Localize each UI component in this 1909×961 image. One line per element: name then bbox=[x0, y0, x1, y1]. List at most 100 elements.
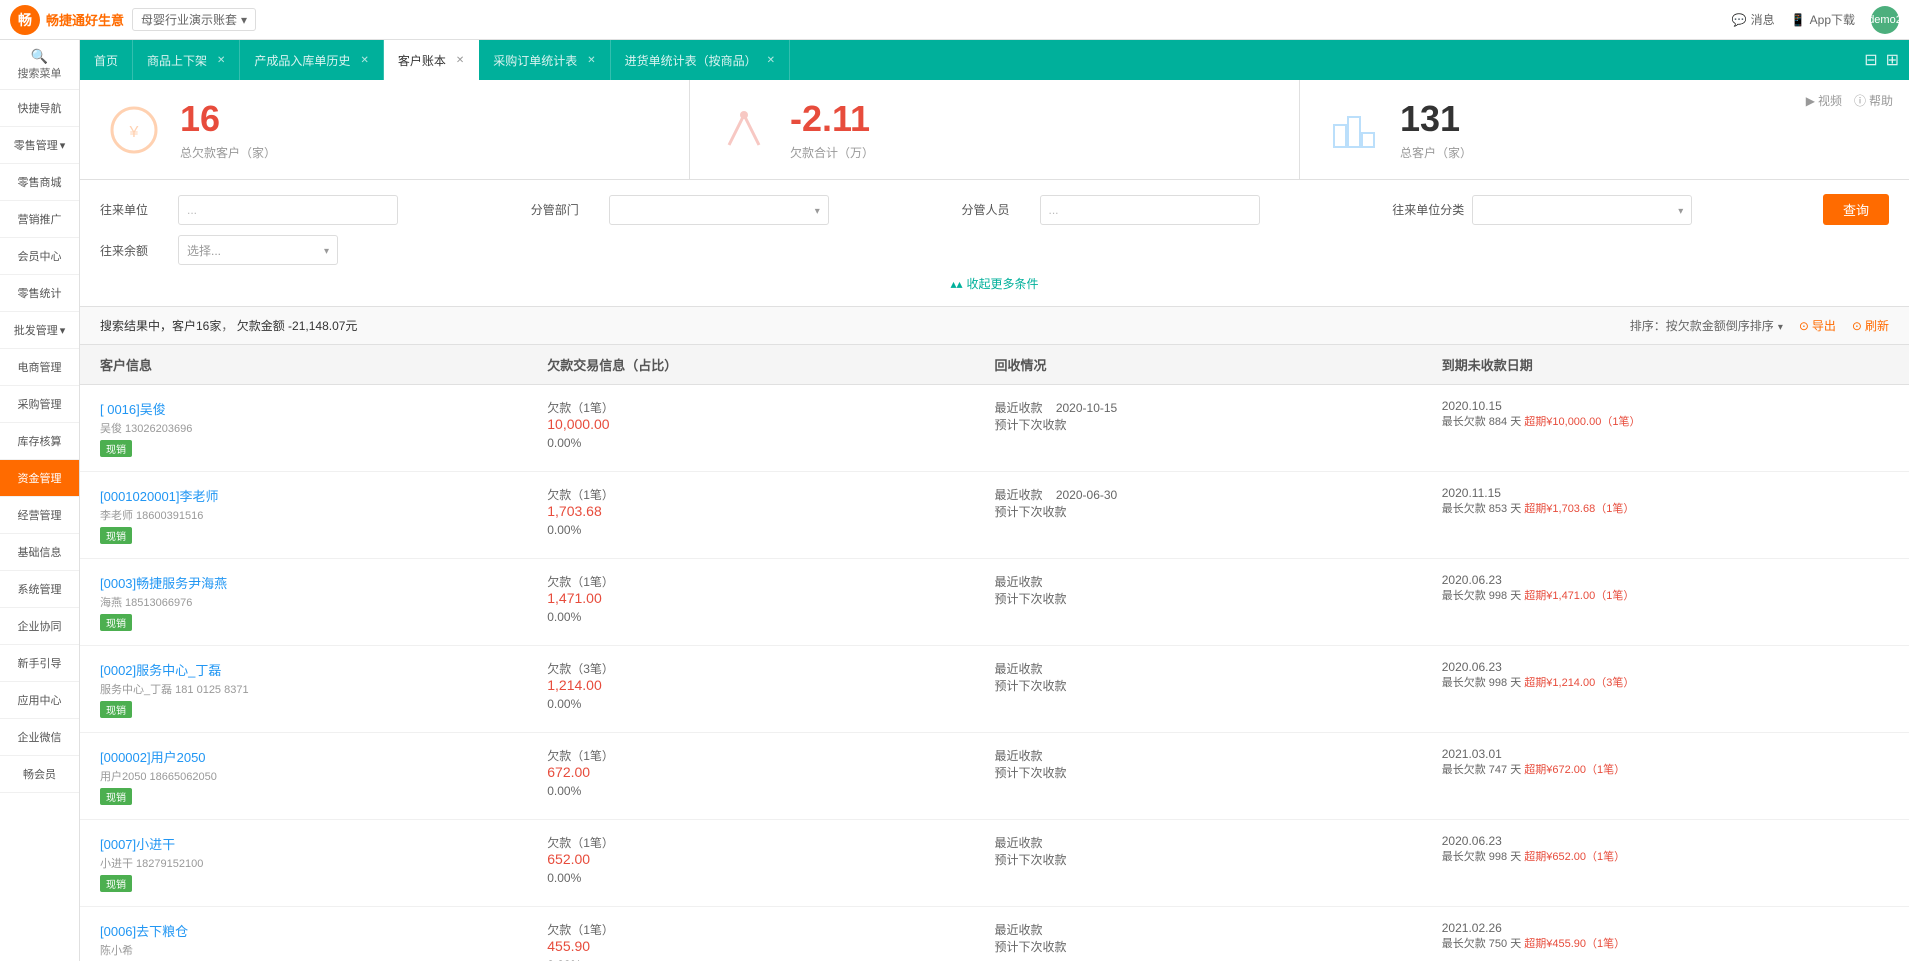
customer-name-link[interactable]: [ 0016]吴俊 bbox=[100, 402, 166, 417]
overdue-amount-link[interactable]: 超期¥455.90（1笔） bbox=[1524, 938, 1625, 950]
tab-customer-account[interactable]: 客户账本 ✕ bbox=[384, 40, 479, 80]
customer-name-link[interactable]: [0007]小进干 bbox=[100, 837, 175, 852]
top-bar: 畅 畅捷通好生意 母婴行业演示账套 ▾ 💬 消息 📱 App下载 demo2 bbox=[0, 0, 1909, 40]
debt-amount[interactable]: 1,703.68 bbox=[547, 503, 994, 519]
refresh-button[interactable]: ⊙ 刷新 bbox=[1852, 317, 1889, 334]
tab-minimize-icon[interactable]: ⊟ bbox=[1864, 50, 1877, 70]
overdue-amount-link[interactable]: 超期¥672.00（1笔） bbox=[1524, 764, 1625, 776]
stats-bar: ¥ 16 总欠款客户（家） bbox=[80, 80, 1909, 180]
customer-name-link[interactable]: [000002]用户2050 bbox=[100, 750, 206, 765]
customer-name-link[interactable]: [0001020001]李老师 bbox=[100, 489, 219, 504]
sort-select[interactable]: 排序：按欠款金额倒序排序 bbox=[1630, 317, 1783, 334]
tab-home[interactable]: 首页 bbox=[80, 40, 133, 80]
category-select[interactable] bbox=[1472, 195, 1692, 225]
customer-badge: 现销 bbox=[100, 614, 132, 631]
search-button[interactable]: 查询 bbox=[1823, 194, 1889, 225]
table-row: [0001020001]李老师 李老师 18600391516 现销 欠款（1笔… bbox=[80, 472, 1909, 559]
overdue-amount-link[interactable]: 超期¥1,214.00（3笔） bbox=[1524, 677, 1634, 689]
source-unit-placeholder: ... bbox=[187, 203, 197, 217]
staff-input[interactable]: ... bbox=[1040, 195, 1260, 225]
sidebar-item-new-guide[interactable]: 新手引导 bbox=[0, 645, 79, 682]
department-select[interactable] bbox=[609, 195, 829, 225]
next-collection: 预计下次收款 bbox=[995, 764, 1442, 781]
table-row: [0007]小进干 小进干 18279152100 现销 欠款（1笔） 652.… bbox=[80, 820, 1909, 907]
overdue-amount-link[interactable]: 超期¥1,471.00（1笔） bbox=[1524, 590, 1634, 602]
customer-name-link[interactable]: [0003]畅捷服务尹海燕 bbox=[100, 576, 227, 591]
overdue-days: 最长欠款 747 天 超期¥672.00（1笔） bbox=[1442, 761, 1889, 777]
debt-amount[interactable]: 1,214.00 bbox=[547, 677, 994, 693]
sidebar-item-enterprise-wx[interactable]: 企业微信 bbox=[0, 719, 79, 756]
tab-product-history[interactable]: 产成品入库单历史 ✕ bbox=[240, 40, 383, 80]
staff-placeholder: ... bbox=[1049, 203, 1059, 217]
sidebar-item-purchase[interactable]: 采购管理 bbox=[0, 386, 79, 423]
tab-close-product-history[interactable]: ✕ bbox=[360, 55, 368, 66]
tab-expand-icon[interactable]: ⊞ bbox=[1886, 50, 1899, 70]
sidebar-item-basic-info[interactable]: 基础信息 bbox=[0, 534, 79, 571]
finance-label: 资金管理 bbox=[4, 470, 75, 486]
source-unit-input[interactable]: ... bbox=[178, 195, 398, 225]
message-button[interactable]: 💬 消息 bbox=[1732, 11, 1775, 28]
tab-close-purchase-order[interactable]: ✕ bbox=[587, 55, 595, 66]
store-selector[interactable]: 母婴行业演示账套 ▾ bbox=[132, 8, 256, 31]
debt-info-cell: 欠款（1笔） 1,471.00 0.00% bbox=[547, 573, 994, 631]
collapse-button[interactable]: ▴▴ 收起更多条件 bbox=[100, 275, 1889, 292]
balance-select[interactable]: 选择... bbox=[178, 235, 338, 265]
debt-amount[interactable]: 672.00 bbox=[547, 764, 994, 780]
filter-area: 往来单位 ... 分管部门 分管人员 bbox=[80, 180, 1909, 307]
help-icon: ⓘ bbox=[1854, 92, 1866, 109]
export-icon: ⊙ bbox=[1799, 319, 1809, 333]
sidebar-item-system[interactable]: 系统管理 bbox=[0, 571, 79, 608]
help-button[interactable]: ⓘ 帮助 bbox=[1854, 92, 1893, 109]
sidebar-item-app-center[interactable]: 应用中心 bbox=[0, 682, 79, 719]
sidebar-item-enterprise-coop[interactable]: 企业协同 bbox=[0, 608, 79, 645]
sidebar-item-quick-nav[interactable]: 快捷导航 bbox=[0, 90, 79, 127]
debt-amount[interactable]: 455.90 bbox=[547, 938, 994, 954]
overdue-amount-link[interactable]: 超期¥10,000.00（1笔） bbox=[1524, 416, 1640, 428]
sidebar-item-ecommerce[interactable]: 电商管理 bbox=[0, 349, 79, 386]
tab-product-offline[interactable]: 商品上下架 ✕ bbox=[133, 40, 240, 80]
sidebar-item-retail-mgmt[interactable]: 零售管理▾ bbox=[0, 127, 79, 164]
tab-purchase-stats[interactable]: 进货单统计表（按商品） ✕ bbox=[611, 40, 790, 80]
user-menu[interactable]: demo2 bbox=[1871, 6, 1899, 34]
stat-top-actions: ▶ 视频 ⓘ 帮助 bbox=[1806, 92, 1893, 109]
due-date-cell: 2021.03.01 最长欠款 747 天 超期¥672.00（1笔） bbox=[1442, 747, 1889, 805]
debt-percent: 0.00% bbox=[547, 784, 994, 798]
refresh-icon: ⊙ bbox=[1852, 319, 1862, 333]
tab-close-product-offline[interactable]: ✕ bbox=[217, 55, 225, 66]
collection-cell: 最近收款 2020-10-15 预计下次收款 bbox=[995, 399, 1442, 457]
tab-purchase-order[interactable]: 采购订单统计表 ✕ bbox=[479, 40, 610, 80]
sidebar-item-marketing[interactable]: 营销推广 bbox=[0, 201, 79, 238]
category-chevron bbox=[1678, 203, 1683, 217]
debt-amount[interactable]: 10,000.00 bbox=[547, 416, 994, 432]
sidebar-item-finance[interactable]: 资金管理 bbox=[0, 460, 79, 497]
app-download-button[interactable]: 📱 App下载 bbox=[1791, 11, 1855, 28]
customer-info-cell: [0007]小进干 小进干 18279152100 现销 bbox=[100, 834, 547, 892]
sidebar-item-member-center[interactable]: 会员中心 bbox=[0, 238, 79, 275]
customer-info-cell: [ 0016]吴俊 吴俊 13026203696 现销 bbox=[100, 399, 547, 457]
sidebar-search[interactable]: 🔍 搜索菜单 bbox=[0, 40, 79, 90]
tab-bar: 首页 商品上下架 ✕ 产成品入库单历史 ✕ 客户账本 ✕ 采购订单统计表 ✕ 进… bbox=[80, 40, 1909, 80]
sidebar-item-inventory[interactable]: 库存核算 bbox=[0, 423, 79, 460]
debt-amount[interactable]: 1,471.00 bbox=[547, 590, 994, 606]
sidebar-item-member-vip[interactable]: 畅会员 bbox=[0, 756, 79, 793]
operations-label: 经营管理 bbox=[4, 507, 75, 523]
customer-name-link[interactable]: [0006]去下粮仓 bbox=[100, 924, 188, 939]
message-icon: 💬 bbox=[1732, 13, 1747, 27]
debt-amount[interactable]: 652.00 bbox=[547, 851, 994, 867]
next-collection: 预计下次收款 bbox=[995, 590, 1442, 607]
video-button[interactable]: ▶ 视频 bbox=[1806, 92, 1842, 109]
tab-close-customer-account[interactable]: ✕ bbox=[456, 55, 464, 66]
customer-badge: 现销 bbox=[100, 788, 132, 805]
sidebar-item-batch-mgmt[interactable]: 批发管理▾ bbox=[0, 312, 79, 349]
tab-close-purchase-stats[interactable]: ✕ bbox=[767, 55, 775, 66]
sidebar-item-operations[interactable]: 经营管理 bbox=[0, 497, 79, 534]
sidebar-item-retail-mall[interactable]: 零售商城 bbox=[0, 164, 79, 201]
last-collection: 最近收款 2020-10-15 bbox=[995, 399, 1442, 416]
debt-percent: 0.00% bbox=[547, 523, 994, 537]
overdue-amount-link[interactable]: 超期¥652.00（1笔） bbox=[1524, 851, 1625, 863]
customer-name-link[interactable]: [0002]服务中心_丁磊 bbox=[100, 663, 221, 678]
overdue-amount-link[interactable]: 超期¥1,703.68（1笔） bbox=[1524, 503, 1634, 515]
marketing-label: 营销推广 bbox=[4, 211, 75, 227]
sidebar-item-retail-stats[interactable]: 零售统计 bbox=[0, 275, 79, 312]
export-button[interactable]: ⊙ 导出 bbox=[1799, 317, 1836, 334]
